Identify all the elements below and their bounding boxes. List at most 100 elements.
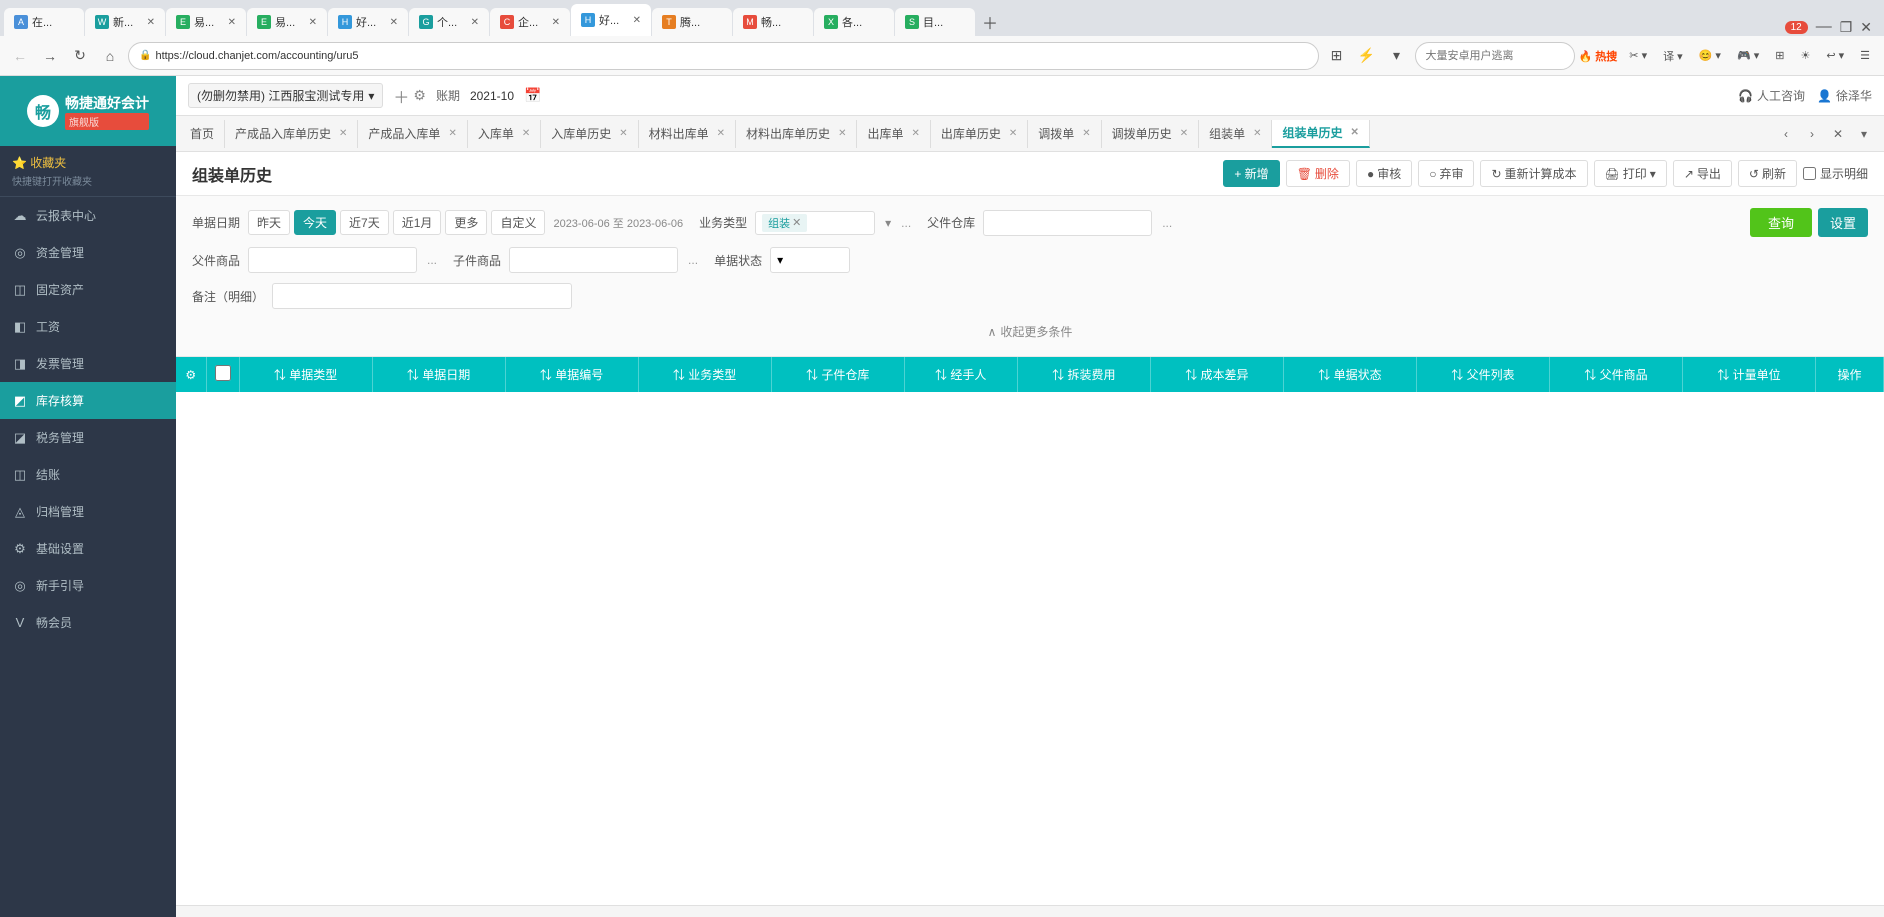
table-header-parent-list[interactable]: ⇅ 父件列表 [1416,357,1549,392]
browser-tab-9[interactable]: T 腾... [652,8,732,36]
recalc-button[interactable]: ↻ 重新计算成本 [1480,160,1587,187]
tab-scroll-right[interactable]: › [1800,122,1824,146]
tab-close-icon[interactable]: ✕ [1180,128,1188,139]
tab-close-icon[interactable]: ✕ [838,128,846,139]
tab-close-icon[interactable]: ✕ [147,17,155,28]
page-tab-material-out[interactable]: 材料出库单 ✕ [639,120,736,148]
page-tab-out-history[interactable]: 出库单历史 ✕ [931,120,1028,148]
table-header-cost-diff[interactable]: ⇅ 成本差异 [1150,357,1283,392]
tab-close-icon[interactable]: ✕ [1253,128,1261,139]
address-bar[interactable]: 🔒 https://cloud.chanjet.com/accounting/u… [128,42,1319,70]
tab-close-icon[interactable]: ✕ [1009,128,1017,139]
business-type-dropdown-icon[interactable]: ▾ [885,216,891,230]
tab-close-icon[interactable]: ✕ [633,15,641,26]
browser-tab-8[interactable]: H 好... ✕ [571,4,651,36]
sidebar-item-settings[interactable]: ⚙ 基础设置 [0,530,176,567]
sidebar-item-archive[interactable]: ◬ 归档管理 [0,493,176,530]
add-button[interactable]: + 新增 [1223,160,1279,187]
page-tab-transfer-history[interactable]: 调拨单历史 ✕ [1102,120,1199,148]
tab-close-icon[interactable]: ✕ [390,17,398,28]
page-tab-out[interactable]: 出库单 ✕ [857,120,930,148]
browser-tab-3[interactable]: E 易... ✕ [166,8,246,36]
service-link[interactable]: 🎧 人工咨询 [1738,87,1805,104]
menu-button[interactable]: ☰ [1854,47,1876,64]
sun-tool[interactable]: ☀ [1794,47,1816,64]
show-detail-checkbox-wrapper[interactable]: 显示明细 [1803,165,1868,182]
tab-scroll-left[interactable]: ‹ [1774,122,1798,146]
tab-close-icon[interactable]: ✕ [471,17,479,28]
browser-tab-10[interactable]: M 畅... [733,8,813,36]
parent-warehouse-dots[interactable]: ... [1162,216,1172,230]
print-button[interactable]: 🖨 打印 ▾ [1594,160,1667,187]
week-btn[interactable]: 近7天 [340,210,389,235]
export-button[interactable]: ↗ 导出 [1673,160,1732,187]
table-header-bill-no[interactable]: ⇅ 单据编号 [505,357,638,392]
sidebar-item-cloud-report[interactable]: ☁ 云报表中心 [0,197,176,234]
settings-button[interactable]: 设置 [1818,208,1868,237]
emoji-tool[interactable]: 😊 ▾ [1693,47,1727,64]
browser-tab-11[interactable]: X 各... [814,8,894,36]
reload-button[interactable]: ↻ [68,44,92,68]
undo-tool[interactable]: ↩ ▾ [1820,47,1850,64]
sidebar-item-fixed-assets[interactable]: ◫ 固定资产 [0,271,176,308]
sidebar-item-checkout[interactable]: ◫ 结账 [0,456,176,493]
page-tab-production-in-history[interactable]: 产成品入库单历史 ✕ [225,120,358,148]
sidebar-item-fund[interactable]: ◎ 资金管理 [0,234,176,271]
tab-close-icon[interactable]: ✕ [1351,127,1359,138]
child-goods-input[interactable] [509,247,678,273]
scissors-tool[interactable]: ✂ ▾ [1623,47,1653,64]
browser-tab-1[interactable]: A 在... [4,8,84,36]
gear-settings-icon[interactable]: ⚙ [185,368,196,382]
table-header-unit[interactable]: ⇅ 计量单位 [1682,357,1815,392]
collapse-button[interactable]: ∧ 收起更多条件 [988,319,1073,344]
page-tab-transfer[interactable]: 调拨单 ✕ [1028,120,1101,148]
select-all-checkbox[interactable] [215,365,231,381]
qr-button[interactable]: ⊞ [1325,44,1349,68]
page-tab-material-out-history[interactable]: 材料出库单历史 ✕ [736,120,857,148]
tag-remove-icon[interactable]: ✕ [792,216,801,229]
table-header-bill-type[interactable]: ⇅ 单据类型 [239,357,372,392]
sidebar-item-invoice[interactable]: ◨ 发票管理 [0,345,176,382]
custom-btn[interactable]: 自定义 [491,210,545,235]
refresh-button[interactable]: ↺ 刷新 [1738,160,1797,187]
table-header-child-warehouse[interactable]: ⇅ 子件仓库 [771,357,904,392]
tab-close-icon[interactable]: ✕ [309,17,317,28]
new-tab-button[interactable]: ＋ [976,8,1004,36]
tab-close-icon[interactable]: ✕ [339,128,347,139]
tab-close-icon[interactable]: ✕ [228,17,236,28]
child-goods-dots[interactable]: ... [688,253,698,267]
abandon-button[interactable]: ○ 弃审 [1418,160,1474,187]
delete-button[interactable]: 🗑 删除 [1286,160,1350,187]
table-header-business-type[interactable]: ⇅ 业务类型 [638,357,771,392]
user-info[interactable]: 👤 徐泽华 [1817,87,1872,104]
company-selector[interactable]: (勿删勿禁用) 江西服宝测试专用 ▾ [188,83,383,108]
home-button[interactable]: ⌂ [98,44,122,68]
tab-close-icon[interactable]: ✕ [522,128,530,139]
browser-tab-2[interactable]: W 新... ✕ [85,8,165,36]
audit-button[interactable]: ● 审核 [1356,160,1412,187]
table-header-gear[interactable]: ⚙ [176,357,206,392]
tab-close-icon[interactable]: ✕ [619,128,627,139]
browser-tab-12[interactable]: S 目... [895,8,975,36]
table-header-disassembly-fee[interactable]: ⇅ 拆装费用 [1017,357,1150,392]
translate-tool[interactable]: 译 ▾ [1657,46,1689,66]
remark-input[interactable] [272,283,572,309]
tab-close-icon[interactable]: ✕ [717,128,725,139]
tab-close-icon[interactable]: ✕ [911,128,919,139]
table-header-parent-goods[interactable]: ⇅ 父件商品 [1549,357,1682,392]
tab-more-menu[interactable]: ▾ [1852,122,1876,146]
favorites-shortcut[interactable]: 快捷键打开收藏夹 [12,173,164,188]
tab-close-icon[interactable]: ✕ [552,17,560,28]
tab-close-icon[interactable]: ✕ [448,128,456,139]
today-btn[interactable]: 今天 [294,210,336,235]
gear-btn[interactable]: ⚙ [413,87,426,104]
grid-tool[interactable]: ⊞ [1769,47,1790,64]
tab-close-icon[interactable]: ✕ [1082,128,1090,139]
more-btn[interactable]: 更多 [445,210,487,235]
browser-tab-4[interactable]: E 易... ✕ [247,8,327,36]
show-detail-checkbox[interactable] [1803,167,1816,180]
browser-minimize-btn[interactable]: — [1816,18,1832,36]
table-header-checkbox[interactable] [206,357,239,392]
bill-status-select[interactable]: ▾ [770,247,850,273]
table-header-bill-date[interactable]: ⇅ 单据日期 [372,357,505,392]
